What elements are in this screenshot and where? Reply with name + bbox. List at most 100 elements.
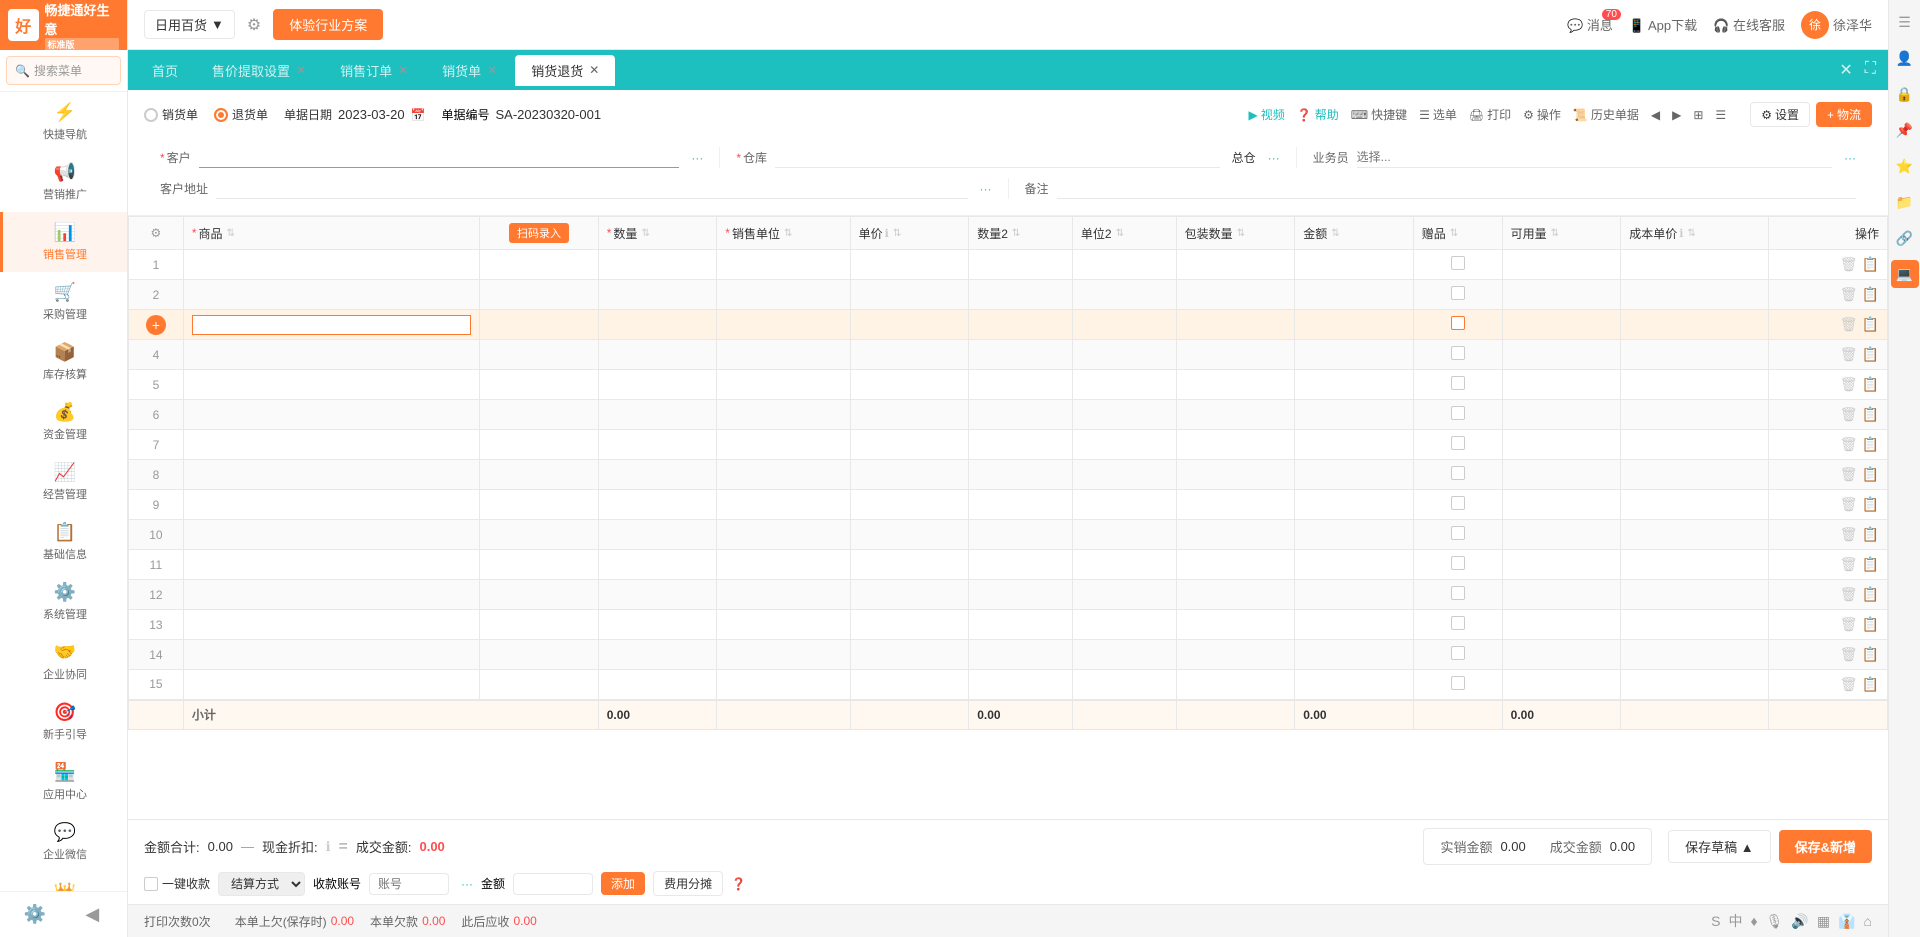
customer-input[interactable] bbox=[199, 147, 680, 168]
gift-checkbox[interactable] bbox=[1451, 286, 1465, 300]
delete-icon[interactable]: 🗑 bbox=[1840, 406, 1858, 423]
product-cell[interactable] bbox=[183, 280, 479, 310]
gift-checkbox[interactable] bbox=[1451, 436, 1465, 450]
delete-icon[interactable]: 🗑 bbox=[1840, 316, 1858, 333]
unit2-cell[interactable] bbox=[1072, 250, 1176, 280]
gift-checkbox[interactable] bbox=[1451, 496, 1465, 510]
qty-cell[interactable] bbox=[598, 280, 717, 310]
sidebar-item-marketing[interactable]: 📢 营销推广 bbox=[0, 152, 127, 212]
copy-icon[interactable]: 📋 bbox=[1862, 616, 1879, 633]
one-key-pay-check[interactable] bbox=[144, 877, 158, 891]
next-record-button[interactable]: ▶ bbox=[1672, 108, 1681, 122]
unit-sort-icon[interactable]: ⇅ bbox=[784, 228, 792, 239]
th-scan[interactable]: 扫码录入 bbox=[480, 217, 599, 250]
qty2-cell[interactable] bbox=[969, 280, 1073, 310]
product-cell[interactable] bbox=[183, 370, 479, 400]
cost-cell[interactable] bbox=[1621, 280, 1769, 310]
sidebar-item-shortcut[interactable]: ⚡ 快捷导航 bbox=[0, 92, 127, 152]
pack-sort-icon[interactable]: ⇅ bbox=[1237, 228, 1245, 239]
message-button[interactable]: 💬 消息 70 bbox=[1567, 15, 1613, 34]
sidebar-item-enterprise[interactable]: 🤝 企业协同 bbox=[0, 632, 127, 692]
online-service-button[interactable]: 🎧 在线客服 bbox=[1713, 15, 1785, 34]
avail-cell[interactable] bbox=[1502, 280, 1621, 310]
amount-cell[interactable] bbox=[1295, 250, 1414, 280]
grid-view-button[interactable]: ⊞ bbox=[1693, 108, 1703, 122]
delete-icon[interactable]: 🗑 bbox=[1840, 256, 1858, 273]
delete-icon[interactable]: 🗑 bbox=[1840, 376, 1858, 393]
amount-sort-icon[interactable]: ⇅ bbox=[1331, 228, 1339, 239]
delete-icon[interactable]: 🗑 bbox=[1840, 346, 1858, 363]
operation-button[interactable]: ⚙ 操作 bbox=[1523, 106, 1561, 123]
select-button[interactable]: ☰ 选单 bbox=[1419, 106, 1457, 123]
copy-icon[interactable]: 📋 bbox=[1862, 676, 1879, 693]
save-draft-button[interactable]: 保存草稿 ▲ bbox=[1668, 830, 1771, 863]
unit-cell[interactable] bbox=[717, 310, 850, 340]
right-tool-6[interactable]: 📁 bbox=[1891, 188, 1919, 216]
sidebar-item-wechat[interactable]: 💬 企业微信 bbox=[0, 812, 127, 872]
right-tool-2[interactable]: 👤 bbox=[1891, 44, 1919, 72]
th-settings[interactable]: ⚙ bbox=[129, 217, 184, 250]
account-select-icon[interactable]: ··· bbox=[461, 877, 473, 891]
price-cell[interactable] bbox=[850, 280, 969, 310]
delete-icon[interactable]: 🗑 bbox=[1840, 466, 1858, 483]
sidebar-item-member[interactable]: 👑 畅会员 bbox=[0, 872, 127, 891]
product-cell[interactable] bbox=[183, 490, 479, 520]
warehouse-select-icon[interactable]: ··· bbox=[1268, 151, 1280, 165]
tab-close-icon[interactable]: ✕ bbox=[589, 63, 599, 77]
pack-cell[interactable] bbox=[1176, 310, 1295, 340]
qty-sort-icon[interactable]: ⇅ bbox=[641, 228, 649, 239]
company-selector[interactable]: 日用百货 ▼ bbox=[144, 10, 235, 39]
settings-btn[interactable]: ⚙ 设置 bbox=[1750, 102, 1810, 127]
cost-sort-icon[interactable]: ⇅ bbox=[1687, 228, 1695, 239]
right-tool-5[interactable]: ⭐ bbox=[1891, 152, 1919, 180]
avail-cell[interactable] bbox=[1502, 310, 1621, 340]
unit2-sort-icon[interactable]: ⇅ bbox=[1116, 228, 1124, 239]
tab-price-setting[interactable]: 售价提取设置 ✕ bbox=[196, 55, 322, 86]
copy-icon[interactable]: 📋 bbox=[1862, 346, 1879, 363]
gift-checkbox[interactable] bbox=[1451, 556, 1465, 570]
sidebar-item-guide[interactable]: 🎯 新手引导 bbox=[0, 692, 127, 752]
gift-checkbox[interactable] bbox=[1451, 346, 1465, 360]
gift-sort-icon[interactable]: ⇅ bbox=[1450, 228, 1458, 239]
gift-checkbox[interactable] bbox=[1451, 376, 1465, 390]
user-menu[interactable]: 徐 徐泽华 bbox=[1801, 11, 1872, 39]
gift-checkbox[interactable] bbox=[1451, 616, 1465, 630]
cost-cell[interactable] bbox=[1621, 250, 1769, 280]
qty2-sort-icon[interactable]: ⇅ bbox=[1012, 228, 1020, 239]
unit-cell[interactable] bbox=[717, 250, 850, 280]
print-button[interactable]: 🖨 打印 bbox=[1469, 106, 1511, 123]
expand-tab-button[interactable]: ⛶ bbox=[1861, 56, 1880, 84]
scan-button[interactable]: 扫码录入 bbox=[509, 223, 569, 243]
sidebar-item-finance[interactable]: 💰 资金管理 bbox=[0, 392, 127, 452]
warehouse-input[interactable] bbox=[775, 147, 1220, 168]
gift-cell[interactable] bbox=[1413, 280, 1502, 310]
sidebar-settings-button[interactable]: ⚙️ bbox=[8, 900, 62, 929]
price-sort-icon[interactable]: ⇅ bbox=[893, 228, 901, 239]
payment-method-select[interactable]: 结算方式 bbox=[218, 872, 305, 896]
qty2-cell[interactable] bbox=[969, 310, 1073, 340]
amount-cell[interactable] bbox=[1295, 310, 1414, 340]
history-button[interactable]: 📜 历史单据 bbox=[1573, 106, 1639, 123]
tab-sales-order[interactable]: 销售订单 ✕ bbox=[324, 55, 424, 86]
sidebar-item-purchase[interactable]: 🛒 采购管理 bbox=[0, 272, 127, 332]
product-input-active[interactable] bbox=[192, 315, 471, 335]
copy-icon[interactable]: 📋 bbox=[1862, 496, 1879, 513]
right-tool-3[interactable]: 🔒 bbox=[1891, 80, 1919, 108]
gift-checkbox[interactable] bbox=[1451, 466, 1465, 480]
delete-icon[interactable]: 🗑 bbox=[1840, 496, 1858, 513]
right-tool-7[interactable]: 🔗 bbox=[1891, 224, 1919, 252]
unit2-cell[interactable] bbox=[1072, 310, 1176, 340]
copy-icon[interactable]: 📋 bbox=[1862, 586, 1879, 603]
product-cell-active[interactable] bbox=[183, 310, 479, 340]
cost-info-icon[interactable]: ℹ bbox=[1679, 227, 1683, 240]
delete-icon[interactable]: 🗑 bbox=[1840, 556, 1858, 573]
pack-cell[interactable] bbox=[1176, 250, 1295, 280]
tab-sales-delivery[interactable]: 销货单 ✕ bbox=[426, 55, 513, 86]
product-cell[interactable] bbox=[183, 430, 479, 460]
right-tool-8[interactable]: 💻 bbox=[1891, 260, 1919, 288]
close-tab-button[interactable]: ✕ bbox=[1835, 56, 1856, 84]
tab-sales-return[interactable]: 销货退货 ✕ bbox=[515, 55, 615, 86]
gift-cell[interactable] bbox=[1413, 250, 1502, 280]
sidebar-item-basic[interactable]: 📋 基础信息 bbox=[0, 512, 127, 572]
right-tool-1[interactable]: ☰ bbox=[1891, 8, 1919, 36]
